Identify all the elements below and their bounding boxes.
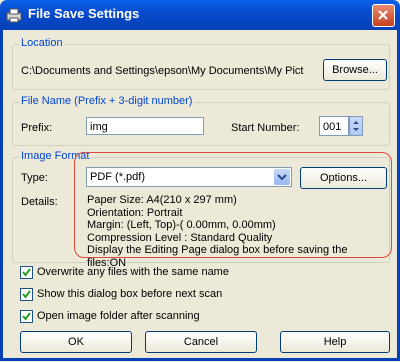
type-label: Type: <box>21 172 48 184</box>
close-icon <box>378 10 388 20</box>
checkmark-icon <box>22 268 31 277</box>
browse-button[interactable]: Browse... <box>323 59 387 81</box>
cancel-button[interactable]: Cancel <box>145 331 257 353</box>
checkbox[interactable] <box>20 288 33 301</box>
highlight-oval <box>74 152 392 258</box>
option-label: Open image folder after scanning <box>37 310 200 322</box>
spinner-arrows-icon <box>353 121 359 131</box>
prefix-label: Prefix: <box>21 122 53 134</box>
checkmark-icon <box>22 290 31 299</box>
option-show-dialog[interactable]: Show this dialog box before next scan <box>20 287 280 303</box>
ok-button[interactable]: OK <box>20 331 132 353</box>
location-legend: Location <box>19 37 65 49</box>
close-button[interactable] <box>372 4 395 27</box>
start-number-label: Start Number: <box>231 122 300 134</box>
start-number-input[interactable]: 001 <box>319 116 349 136</box>
prefix-input[interactable]: img <box>86 117 204 135</box>
option-label: Overwrite any files with the same name <box>37 266 229 278</box>
option-open-folder[interactable]: Open image folder after scanning <box>20 309 280 325</box>
checkbox[interactable] <box>20 310 33 323</box>
printer-icon <box>6 8 22 23</box>
file-name-legend: File Name (Prefix + 3-digit number) <box>19 95 195 107</box>
details-label: Details: <box>21 196 58 208</box>
checkmark-icon <box>22 312 31 321</box>
location-group: Location C:\Documents and Settings\epson… <box>12 37 390 90</box>
help-button[interactable]: Help <box>280 331 390 353</box>
checkbox[interactable] <box>20 266 33 279</box>
option-overwrite[interactable]: Overwrite any files with the same name <box>20 265 280 281</box>
start-number-spinner[interactable] <box>349 116 363 136</box>
window-title: File Save Settings <box>28 6 140 21</box>
location-path: C:\Documents and Settings\epson\My Docum… <box>21 65 304 77</box>
option-label: Show this dialog box before next scan <box>37 288 223 300</box>
title-bar: File Save Settings <box>0 0 400 30</box>
file-name-group: File Name (Prefix + 3-digit number) Pref… <box>12 95 390 146</box>
